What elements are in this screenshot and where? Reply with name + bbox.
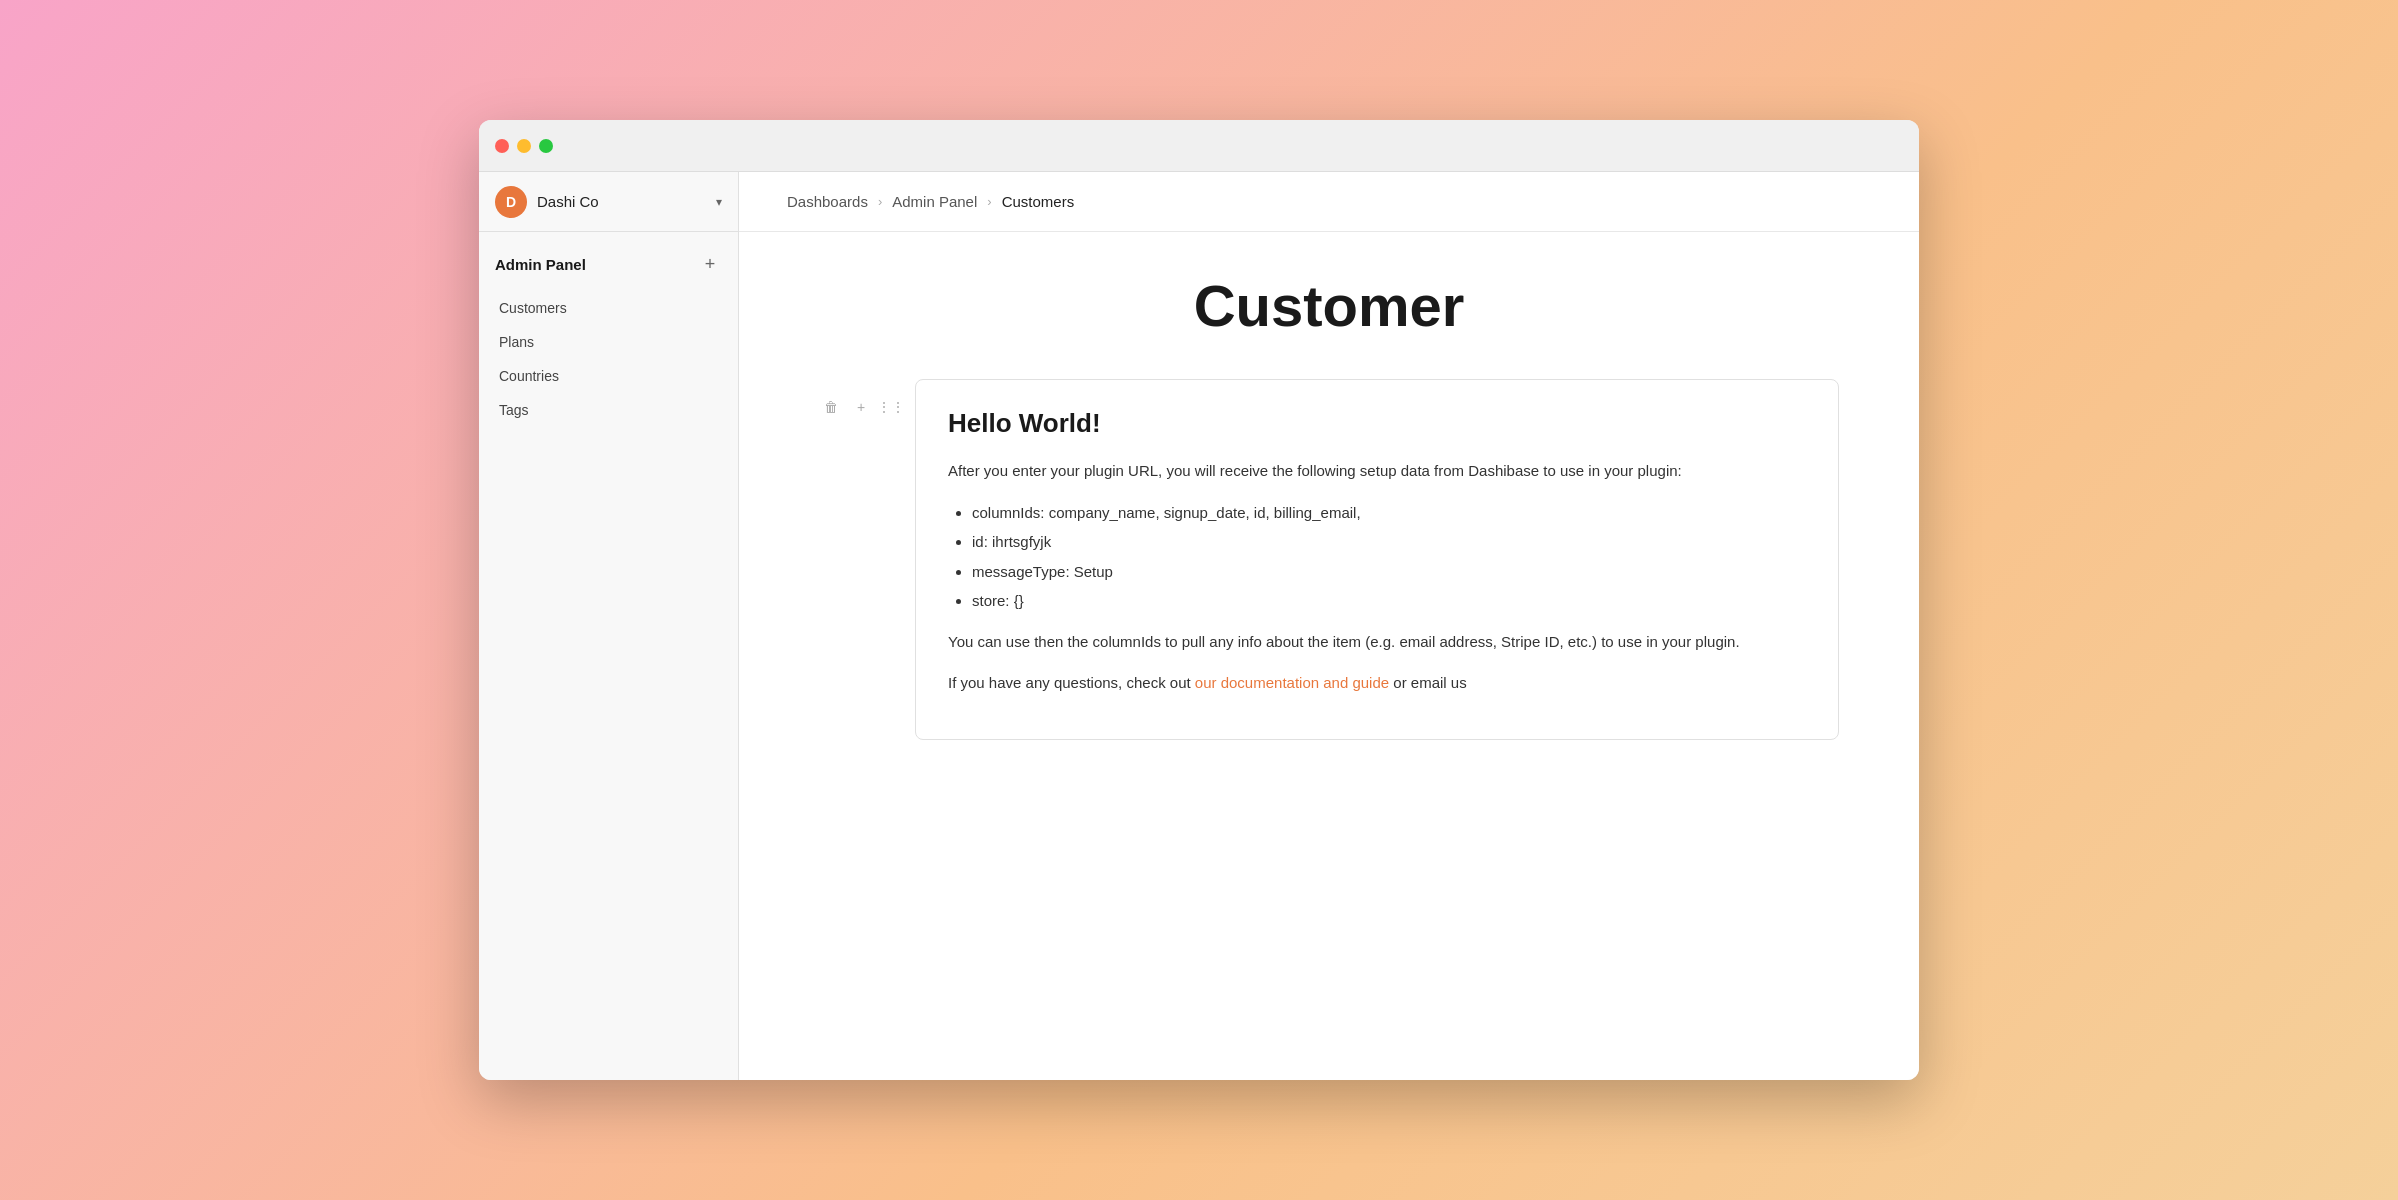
minimize-button[interactable] (517, 139, 531, 153)
breadcrumb-customers[interactable]: Customers (1002, 193, 1075, 210)
workspace-avatar: D (495, 186, 527, 218)
sidebar-section: Admin Panel + (479, 232, 738, 292)
list-item: id: ihrtsgfyjk (972, 529, 1806, 555)
sidebar: D Dashi Co ▾ Admin Panel + Customers Pla… (479, 172, 739, 1080)
sidebar-section-title: Admin Panel (495, 256, 586, 273)
sidebar-item-tags[interactable]: Tags (487, 394, 730, 426)
paragraph-3-suffix: or email us (1389, 674, 1467, 691)
block-paragraph-3: If you have any questions, check out our… (948, 671, 1806, 696)
block-heading: Hello World! (948, 408, 1806, 439)
paragraph-3-prefix: If you have any questions, check out (948, 674, 1195, 691)
titlebar (479, 120, 1919, 172)
breadcrumb-dashboards[interactable]: Dashboards (787, 193, 868, 210)
list-item: store: {} (972, 588, 1806, 614)
page-title: Customer (819, 272, 1839, 339)
add-section-button[interactable]: + (698, 252, 722, 276)
list-item: messageType: Setup (972, 559, 1806, 585)
workspace-name: Dashi Co (537, 193, 706, 210)
drag-handle-icon[interactable]: ⋮⋮ (879, 395, 903, 419)
content-block: Hello World! After you enter your plugin… (915, 379, 1839, 740)
block-list: columnIds: company_name, signup_date, id… (948, 500, 1806, 614)
sidebar-item-countries[interactable]: Countries (487, 360, 730, 392)
add-block-icon[interactable]: + (849, 395, 873, 419)
breadcrumb-admin-panel[interactable]: Admin Panel (892, 193, 977, 210)
block-actions: 🗑 + ⋮⋮ (819, 379, 903, 419)
sidebar-nav: Customers Plans Countries Tags (479, 292, 738, 428)
trash-icon[interactable]: 🗑 (819, 395, 843, 419)
main-layout: D Dashi Co ▾ Admin Panel + Customers Pla… (479, 172, 1919, 1080)
documentation-link[interactable]: our documentation and guide (1195, 674, 1389, 691)
workspace-selector[interactable]: D Dashi Co ▾ (479, 172, 738, 232)
app-window: D Dashi Co ▾ Admin Panel + Customers Pla… (479, 120, 1919, 1080)
block-paragraph-2: You can use then the columnIds to pull a… (948, 630, 1806, 655)
maximize-button[interactable] (539, 139, 553, 153)
sidebar-item-customers[interactable]: Customers (487, 292, 730, 324)
list-item: columnIds: company_name, signup_date, id… (972, 500, 1806, 526)
traffic-lights (495, 139, 553, 153)
page-content: Customer 🗑 + ⋮⋮ Hello World! After you e… (739, 232, 1919, 1080)
content-area: Dashboards › Admin Panel › Customers Cus… (739, 172, 1919, 1080)
sidebar-section-header: Admin Panel + (495, 252, 722, 276)
sidebar-item-plans[interactable]: Plans (487, 326, 730, 358)
breadcrumb-separator-2: › (987, 194, 991, 209)
close-button[interactable] (495, 139, 509, 153)
breadcrumb-separator-1: › (878, 194, 882, 209)
chevron-down-icon: ▾ (716, 195, 722, 209)
breadcrumb: Dashboards › Admin Panel › Customers (739, 172, 1919, 232)
content-block-wrapper: 🗑 + ⋮⋮ Hello World! After you enter your… (819, 379, 1839, 740)
block-paragraph-1: After you enter your plugin URL, you wil… (948, 459, 1806, 484)
